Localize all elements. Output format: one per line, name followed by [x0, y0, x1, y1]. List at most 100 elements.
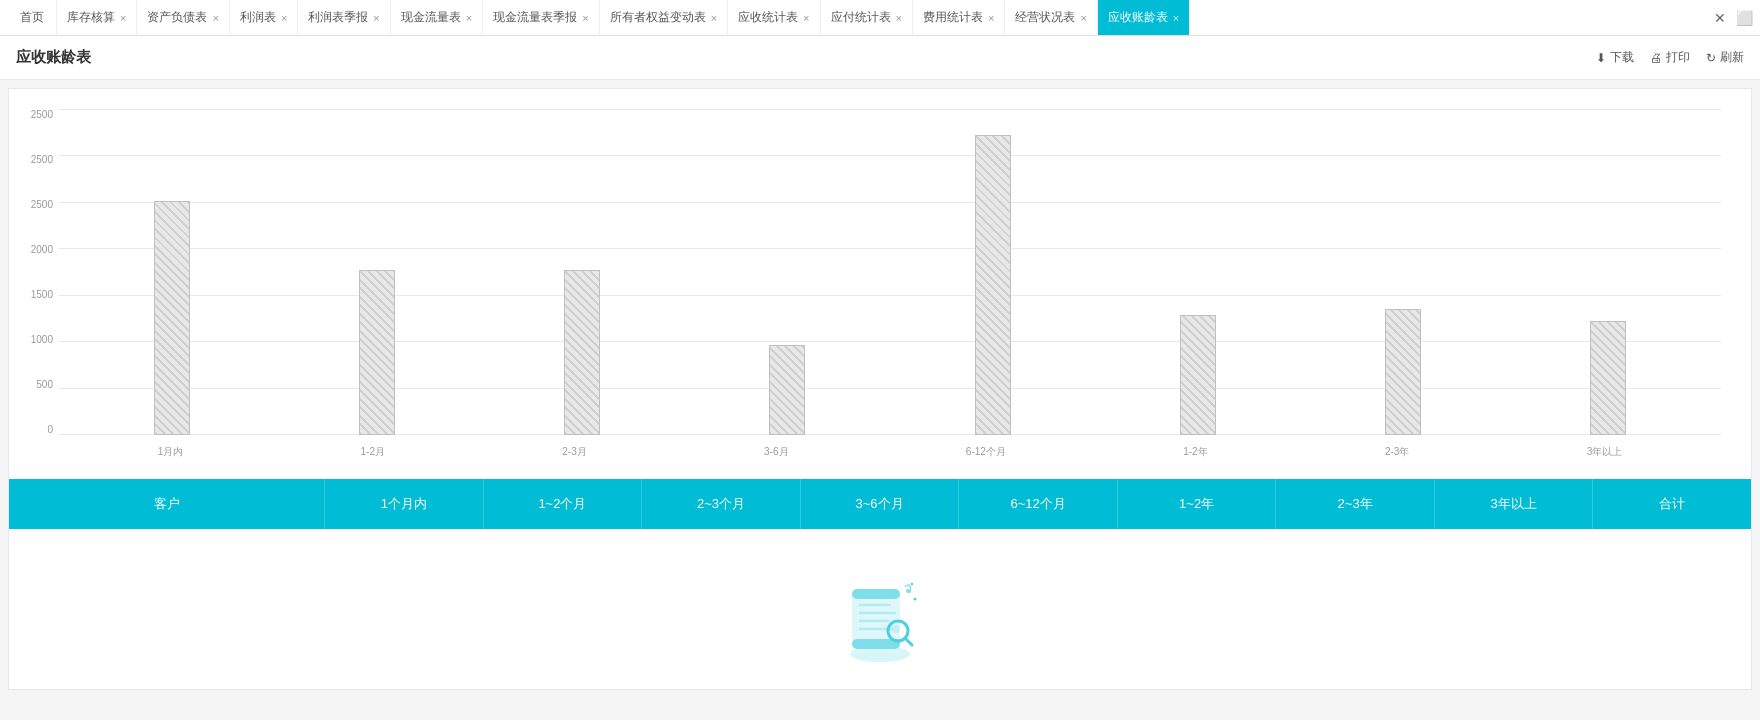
bar-group	[975, 135, 1011, 435]
page-header: 应收账龄表 ⬇ 下载 🖨 打印 ↻ 刷新	[0, 36, 1760, 80]
tab-label: 应收账龄表	[1108, 9, 1168, 26]
tab-close-expense-stat[interactable]: ×	[988, 12, 994, 24]
x-axis-label: 2-3年	[1385, 445, 1409, 459]
table-header-cell-5: 6~12个月	[959, 479, 1118, 529]
tab-inventory[interactable]: 库存核算 ×	[57, 0, 137, 36]
tab-close-cashflow-quarterly[interactable]: ×	[582, 12, 588, 24]
tab-balance[interactable]: 资产负债表 ×	[137, 0, 229, 36]
maximize-button[interactable]: ⬜	[1736, 10, 1752, 26]
chart-container: 0500100015002000250025002500 1月内1-2月2-3月…	[19, 109, 1721, 459]
svg-line-9	[905, 638, 912, 645]
tab-close-cashflow[interactable]: ×	[466, 12, 472, 24]
x-axis-label: 3-6月	[764, 445, 788, 459]
x-axis-label: 3年以上	[1587, 445, 1623, 459]
bar[interactable]	[564, 270, 600, 435]
table-header-cell-8: 3年以上	[1435, 479, 1594, 529]
tab-label: 费用统计表	[923, 9, 983, 26]
y-axis-label: 1500	[19, 289, 59, 300]
window-controls: ✕ ⬜	[1712, 10, 1752, 26]
table-header-cell-7: 2~3年	[1276, 479, 1435, 529]
x-axis-label: 2-3月	[562, 445, 586, 459]
empty-illustration	[830, 569, 930, 669]
tab-ar-aging[interactable]: 应收账龄表 ×	[1098, 0, 1190, 36]
bar[interactable]	[359, 270, 395, 435]
tab-close-balance[interactable]: ×	[212, 12, 218, 24]
bar-group	[769, 345, 805, 435]
tab-close-operations[interactable]: ×	[1080, 12, 1086, 24]
main-content: 0500100015002000250025002500 1月内1-2月2-3月…	[8, 88, 1752, 690]
tab-ap-stat[interactable]: 应付统计表 ×	[821, 0, 913, 36]
table-header-cell-1: 1个月内	[325, 479, 484, 529]
tab-home-label: 首页	[20, 9, 44, 26]
tab-label: 所有者权益变动表	[610, 9, 706, 26]
x-axis-label: 1-2年	[1183, 445, 1207, 459]
y-axis-label: 0	[19, 424, 59, 435]
refresh-icon: ↻	[1706, 51, 1716, 65]
tab-cashflow-quarterly[interactable]: 现金流量表季报 ×	[483, 0, 599, 36]
svg-point-13	[911, 583, 913, 585]
tab-close-profit[interactable]: ×	[281, 12, 287, 24]
download-button[interactable]: ⬇ 下载	[1596, 49, 1634, 66]
page-title: 应收账龄表	[16, 48, 91, 67]
tab-close-ar-stat[interactable]: ×	[803, 12, 809, 24]
bar-group	[1180, 315, 1216, 435]
tab-operations[interactable]: 经营状况表 ×	[1005, 0, 1097, 36]
tab-label: 经营状况表	[1015, 9, 1075, 26]
download-label: 下载	[1610, 49, 1634, 66]
bar-group	[154, 201, 190, 435]
svg-rect-2	[852, 589, 900, 599]
svg-point-10	[892, 625, 900, 633]
tab-label: 应付统计表	[831, 9, 891, 26]
y-axis-label: 2000	[19, 244, 59, 255]
tab-ar-stat[interactable]: 应收统计表×	[728, 0, 820, 36]
tab-label: 现金流量表季报	[493, 9, 577, 26]
tab-close-ap-stat[interactable]: ×	[896, 12, 902, 24]
svg-point-12	[914, 598, 917, 601]
chart-inner: 1月内 1-2月 2-3月 3-6月 6-12个月 1-2年 2-3年 3年以上	[59, 109, 1721, 459]
bar[interactable]	[1180, 315, 1216, 435]
bar[interactable]	[154, 201, 190, 435]
tab-close-inventory[interactable]: ×	[120, 12, 126, 24]
y-axis: 0500100015002000250025002500	[19, 109, 59, 459]
table-header-cell-3: 2~3个月	[642, 479, 801, 529]
tab-profit-quarterly[interactable]: 利润表季报×	[298, 0, 390, 36]
print-button[interactable]: 🖨 打印	[1650, 49, 1690, 66]
close-button[interactable]: ✕	[1712, 10, 1728, 26]
x-axis-label: 6-12个月	[966, 445, 1006, 459]
x-axis-label: 1-2月	[361, 445, 385, 459]
x-axis-label: 1月内	[158, 445, 184, 459]
tab-expense-stat[interactable]: 费用统计表 ×	[913, 0, 1005, 36]
bar-group	[1385, 309, 1421, 435]
tab-label: 现金流量表	[401, 9, 461, 26]
empty-state	[9, 529, 1751, 689]
header-actions: ⬇ 下载 🖨 打印 ↻ 刷新	[1596, 49, 1744, 66]
bar[interactable]	[1590, 321, 1626, 435]
tab-close-ar-aging[interactable]: ×	[1173, 12, 1179, 24]
bars-row	[59, 109, 1721, 435]
tab-equity[interactable]: 所有者权益变动表 ×	[600, 0, 728, 36]
bar-group	[359, 270, 395, 435]
tab-close-profit-quarterly[interactable]: ×	[373, 12, 379, 24]
refresh-label: 刷新	[1720, 49, 1744, 66]
bar[interactable]	[975, 135, 1011, 435]
x-labels: 1月内 1-2月 2-3月 3-6月 6-12个月 1-2年 2-3年 3年以上	[59, 445, 1721, 459]
bar[interactable]	[1385, 309, 1421, 435]
tab-label: 资产负债表	[147, 9, 207, 26]
y-axis-label: 1000	[19, 334, 59, 345]
bar[interactable]	[769, 345, 805, 435]
download-icon: ⬇	[1596, 51, 1606, 65]
chart-area: 0500100015002000250025002500 1月内1-2月2-3月…	[9, 89, 1751, 479]
bar-group	[1590, 321, 1626, 435]
tab-profit[interactable]: 利润表×	[230, 0, 298, 36]
print-label: 打印	[1666, 49, 1690, 66]
y-axis-label: 2500	[19, 154, 59, 165]
table-header-cell-0: 客户	[9, 479, 325, 529]
tab-cashflow[interactable]: 现金流量表 ×	[391, 0, 483, 36]
refresh-button[interactable]: ↻ 刷新	[1706, 49, 1744, 66]
tab-close-equity[interactable]: ×	[711, 12, 717, 24]
tab-label: 库存核算	[67, 9, 115, 26]
tab-home[interactable]: 首页	[8, 0, 57, 36]
table-header-cell-4: 3~6个月	[801, 479, 960, 529]
tab-bar: 首页 库存核算×资产负债表×利润表×利润表季报×现金流量表×现金流量表季报×所有…	[0, 0, 1760, 36]
print-icon: 🖨	[1650, 51, 1662, 65]
